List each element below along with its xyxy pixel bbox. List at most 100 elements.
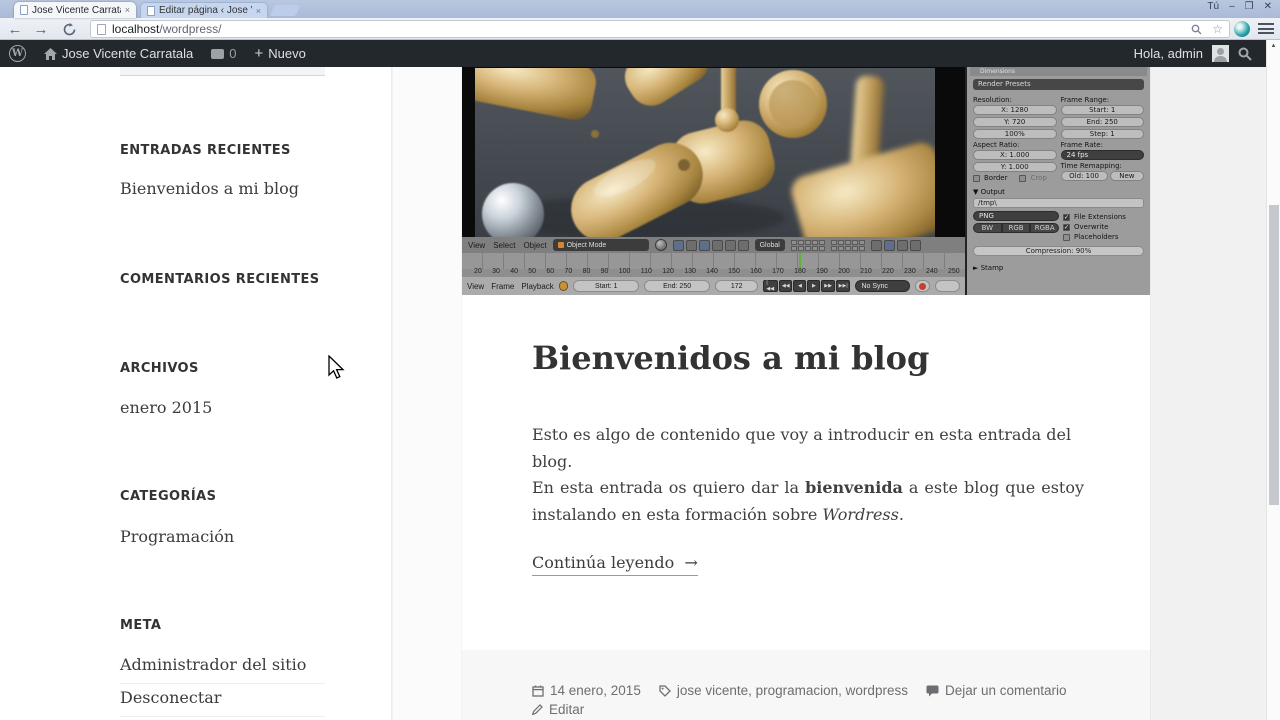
home-icon bbox=[44, 47, 57, 60]
blender-viewport-header: View Select Object Object Mode Global bbox=[462, 237, 965, 253]
frame-number: 50 bbox=[528, 268, 537, 275]
address-bar[interactable]: localhost/wordpress/ ☆ bbox=[90, 20, 1230, 38]
object-mode-label: Object Mode bbox=[566, 241, 607, 249]
aspect-y-field: Y: 1.000 bbox=[973, 162, 1057, 172]
frame-number: 90 bbox=[600, 268, 609, 275]
start-field: Start: 1 bbox=[1060, 105, 1144, 115]
cube-icon bbox=[557, 242, 564, 248]
current-frame-field: 172 bbox=[715, 280, 759, 292]
sidebar-link-category[interactable]: Programación bbox=[120, 527, 234, 546]
refresh-button[interactable] bbox=[58, 18, 80, 40]
browser-menu-icon[interactable] bbox=[1258, 23, 1274, 35]
viewport-menu: View bbox=[468, 240, 486, 250]
featured-image[interactable]: View Select Object Object Mode Global 20… bbox=[462, 67, 1150, 295]
site-name-menu[interactable]: Jose Vicente Carratala bbox=[35, 40, 202, 67]
playback-button: ▶ bbox=[807, 280, 821, 292]
extension-icon[interactable] bbox=[1234, 21, 1250, 37]
comment-bubble-icon bbox=[211, 48, 225, 59]
post-date[interactable]: 14 enero, 2015 bbox=[532, 683, 641, 698]
frame-number: 140 bbox=[706, 268, 718, 275]
overwrite-label: Overwrite bbox=[1074, 223, 1109, 231]
search-icon[interactable] bbox=[1191, 24, 1202, 35]
widget-title-archives: ARCHIVOS bbox=[120, 361, 199, 376]
blender-render-viewport bbox=[475, 68, 935, 237]
frame-number: 160 bbox=[750, 268, 762, 275]
playback-button: ◀ bbox=[793, 280, 807, 292]
article-card: View Select Object Object Mode Global 20… bbox=[462, 67, 1150, 720]
frame-number: 170 bbox=[772, 268, 784, 275]
frame-number: 230 bbox=[904, 268, 916, 275]
border-checkbox bbox=[973, 174, 980, 182]
compression-slider: Compression: 90% bbox=[973, 246, 1144, 256]
minimize-button[interactable]: – bbox=[1229, 1, 1235, 12]
widget-title-meta: META bbox=[120, 618, 162, 633]
frame-number: 100 bbox=[618, 268, 631, 275]
timeline-menu: View bbox=[467, 281, 485, 291]
output-section-header: ▼ Output bbox=[973, 188, 1005, 196]
format-dropdown: PNG bbox=[973, 211, 1059, 221]
new-content-menu[interactable]: + Nuevo bbox=[246, 40, 315, 67]
search-input[interactable] bbox=[120, 67, 325, 76]
read-more-link[interactable]: Continúa leyendo → bbox=[532, 553, 698, 576]
timeline-playhead bbox=[799, 253, 801, 269]
sidebar-link-logout[interactable]: Desconectar bbox=[120, 688, 325, 717]
playback-button: ◀◀ bbox=[778, 280, 793, 292]
wp-logo-menu[interactable]: W bbox=[0, 40, 35, 67]
back-button[interactable]: ← bbox=[4, 18, 26, 40]
calendar-icon bbox=[532, 685, 544, 697]
resolution-x-field: X: 1280 bbox=[973, 105, 1057, 115]
resolution-pct-field: 100% bbox=[973, 129, 1057, 139]
url-path: /wordpress/ bbox=[159, 22, 222, 36]
avatar[interactable] bbox=[1212, 45, 1229, 62]
wp-admin-bar: W Jose Vicente Carratala 0 + Nuevo Hola,… bbox=[0, 40, 1266, 67]
pencil-icon bbox=[532, 704, 543, 715]
maximize-button[interactable]: ❐ bbox=[1245, 1, 1254, 12]
resolution-label: Resolution: bbox=[973, 96, 1012, 104]
new-tab-button[interactable] bbox=[269, 5, 301, 16]
layers-grid bbox=[790, 239, 825, 251]
page-favicon bbox=[147, 5, 155, 16]
site-page: ENTRADAS RECIENTES Bienvenidos a mi blog… bbox=[0, 67, 1266, 720]
forward-button[interactable]: → bbox=[30, 18, 52, 40]
post-title[interactable]: Bienvenidos a mi blog bbox=[532, 339, 929, 377]
step-field: Step: 1 bbox=[1060, 129, 1144, 139]
frame-number: 80 bbox=[582, 268, 591, 275]
sidebar-link-recent-post[interactable]: Bienvenidos a mi blog bbox=[120, 179, 299, 198]
browser-tab-inactive[interactable]: Editar página ‹ Jose Vicente × bbox=[140, 2, 268, 18]
fps-field: 24 fps bbox=[1060, 150, 1144, 160]
rgba-button: RGBA bbox=[1030, 223, 1060, 233]
page-icon bbox=[97, 23, 106, 35]
browser-tab-active[interactable]: Jose Vicente Carratala | Otr × bbox=[14, 2, 136, 18]
tab-close-icon[interactable]: × bbox=[125, 5, 130, 15]
site-name-label: Jose Vicente Carratala bbox=[62, 46, 194, 61]
bookmark-star-icon[interactable]: ☆ bbox=[1212, 22, 1223, 36]
frame-range-label: Frame Range: bbox=[1060, 96, 1110, 104]
timeline-menu: Frame bbox=[491, 281, 515, 291]
tab-close-icon[interactable]: × bbox=[256, 6, 261, 16]
admin-search-icon[interactable] bbox=[1238, 47, 1252, 61]
layout-gap bbox=[393, 67, 462, 720]
scrollbar[interactable]: ▲ bbox=[1266, 40, 1280, 720]
viewport-menu: Select bbox=[493, 240, 516, 250]
close-button[interactable]: ✕ bbox=[1264, 1, 1272, 12]
old-field: Old: 100 bbox=[1060, 171, 1108, 181]
stamp-section-header: ► Stamp bbox=[973, 264, 1004, 272]
entry-content: Bienvenidos a mi blog Esto es algo de co… bbox=[462, 295, 1150, 650]
scrollbar-thumb[interactable] bbox=[1269, 205, 1279, 505]
orientation-label: Global bbox=[759, 241, 780, 249]
frame-number: 70 bbox=[564, 268, 573, 275]
mouse-cursor bbox=[328, 355, 345, 379]
widget-title-recent-comments: COMENTARIOS RECIENTES bbox=[120, 272, 320, 287]
comments-link[interactable]: Dejar un comentario bbox=[926, 683, 1067, 698]
my-account-menu[interactable]: Hola, admin bbox=[1134, 46, 1203, 61]
post-tags[interactable]: jose vicente, programacion, wordpress bbox=[659, 683, 908, 698]
frame-number: 210 bbox=[860, 268, 872, 275]
scrollbar-up-arrow[interactable]: ▲ bbox=[1267, 43, 1280, 49]
comments-menu[interactable]: 0 bbox=[202, 40, 245, 67]
edit-link[interactable]: Editar bbox=[532, 702, 584, 717]
sidebar-link-archive[interactable]: enero 2015 bbox=[120, 398, 212, 417]
sidebar-link-site-admin[interactable]: Administrador del sitio bbox=[120, 655, 325, 684]
frame-number: 180 bbox=[794, 268, 806, 275]
profile-label[interactable]: Tú bbox=[1207, 1, 1219, 12]
layers-grid bbox=[830, 239, 865, 251]
